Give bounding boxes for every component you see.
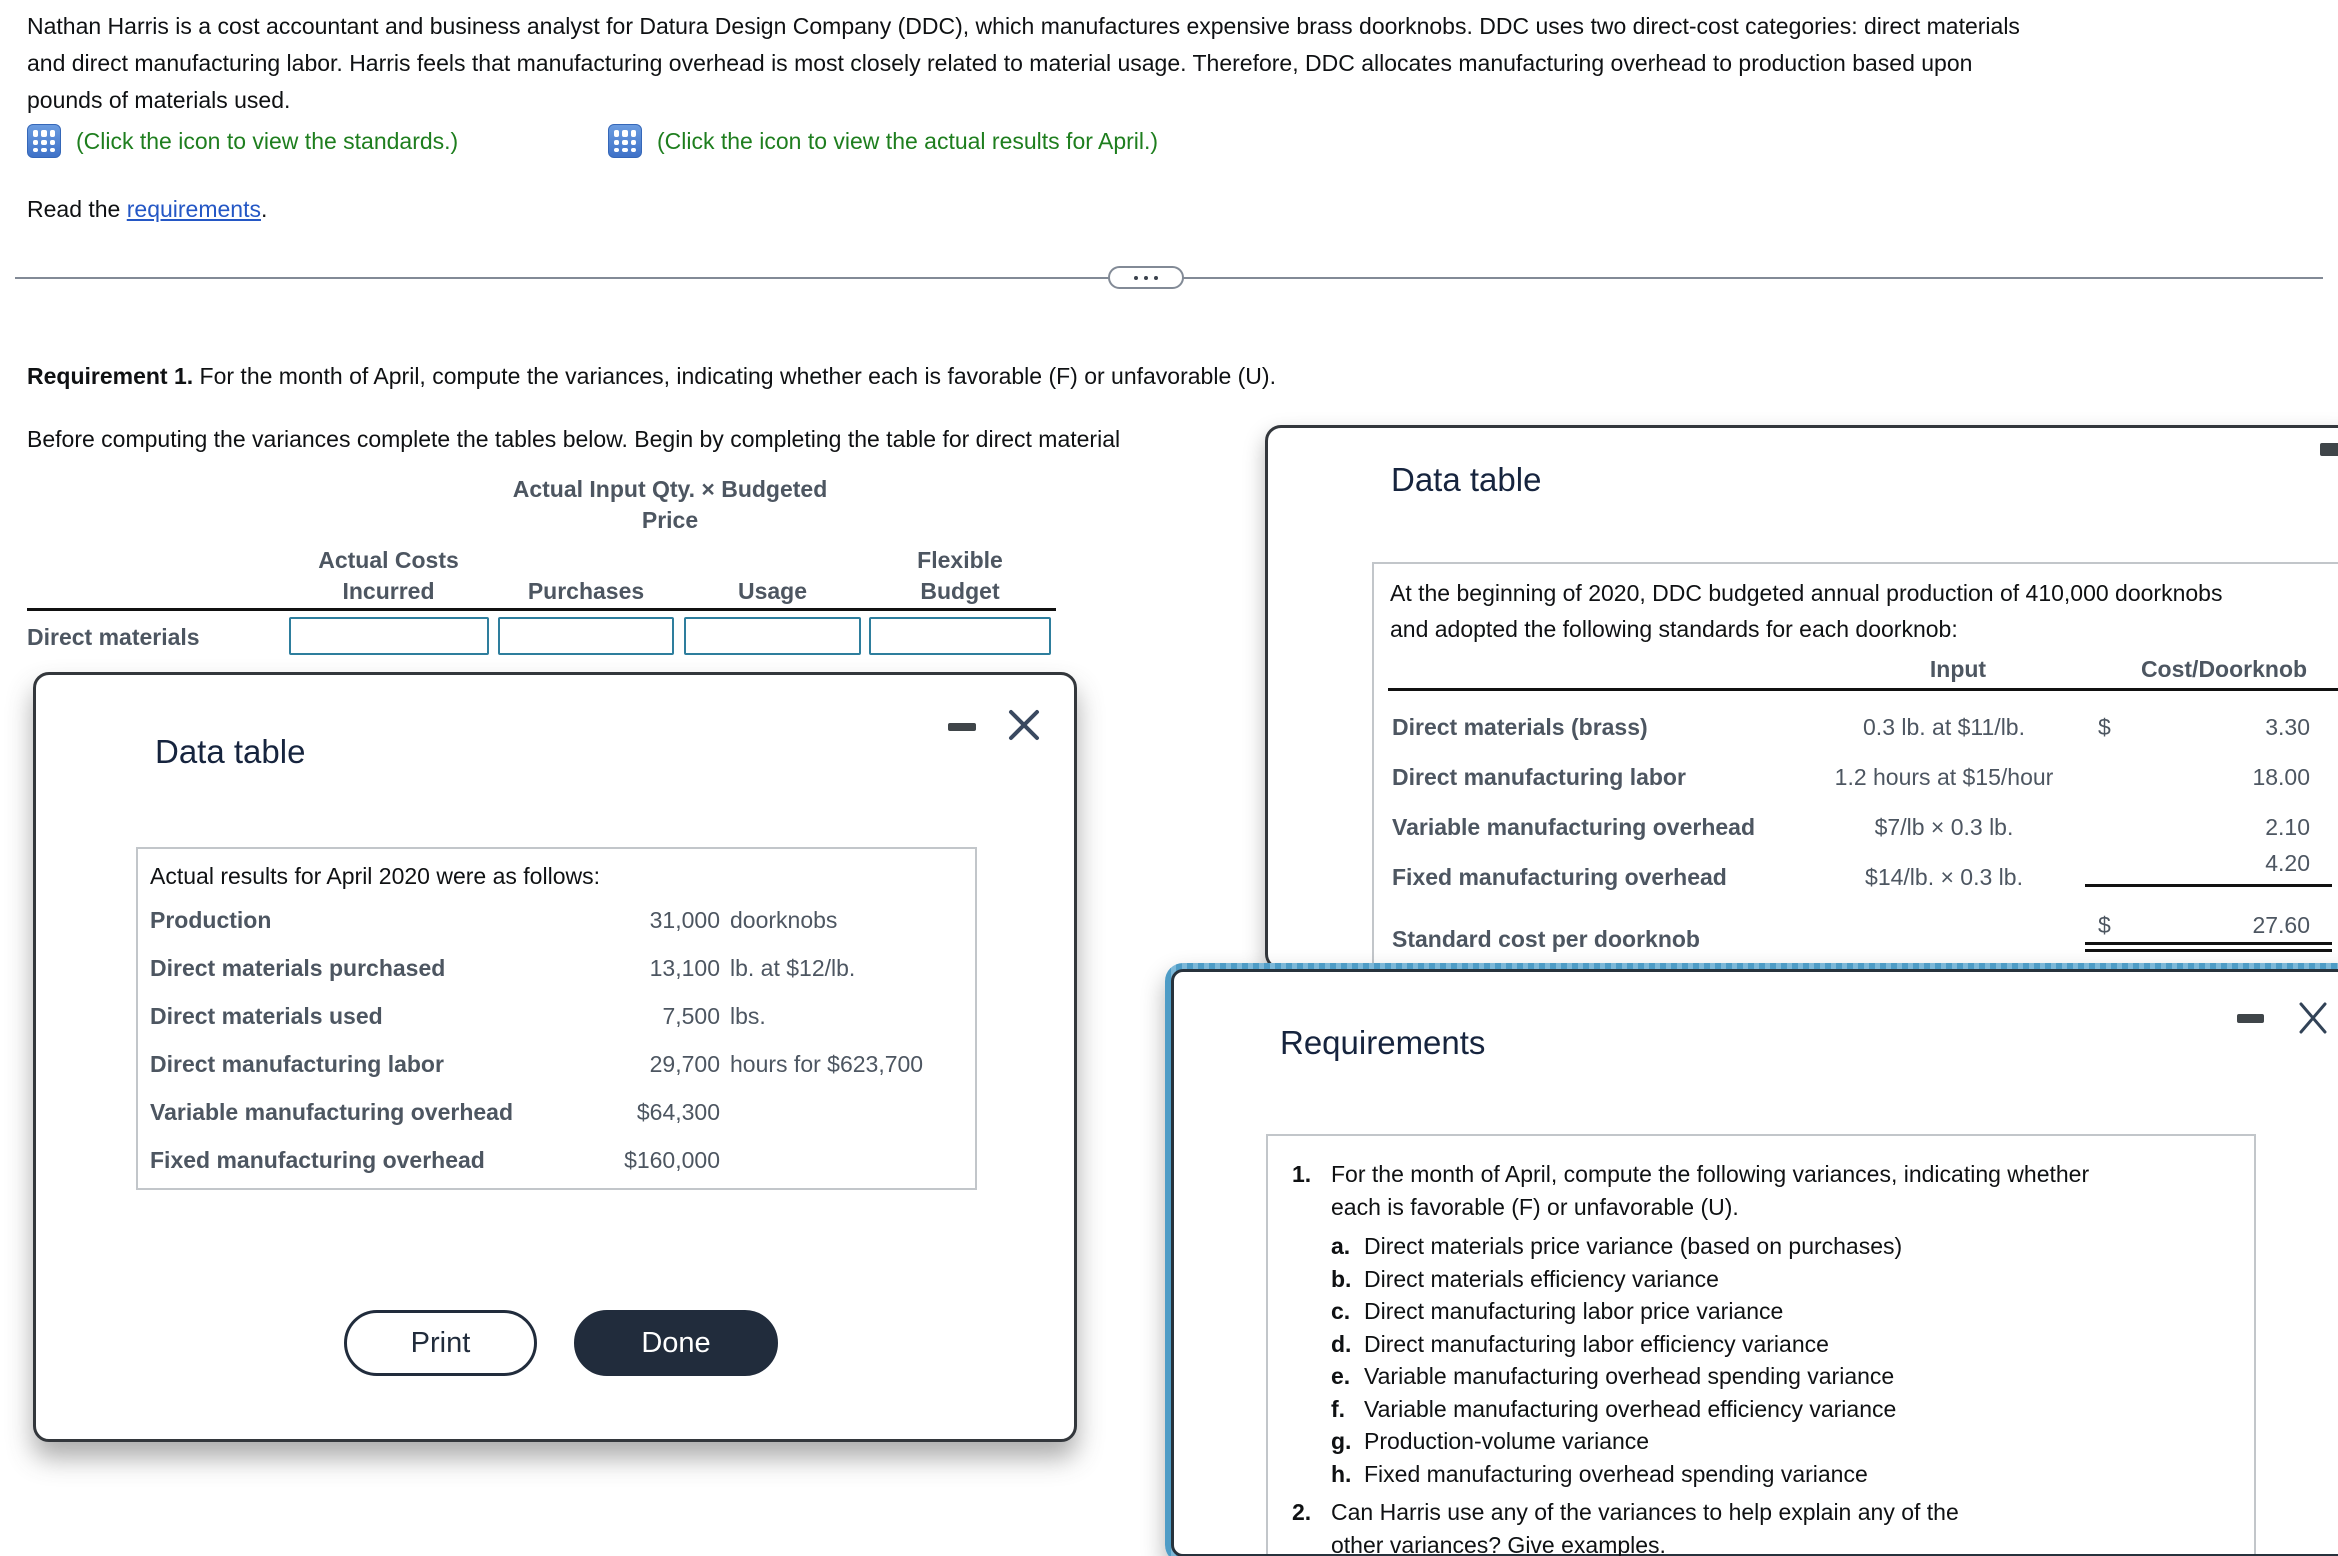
variance-table-rule xyxy=(27,608,1056,611)
view-actuals-label[interactable]: (Click the icon to view the actual resul… xyxy=(657,128,1158,155)
list-item: b. Direct materials efficiency variance xyxy=(1331,1265,1719,1292)
input-column-header: Input xyxy=(1929,656,1987,682)
requirement1-label: Requirement 1. xyxy=(27,363,194,389)
problem-line-2: and direct manufacturing labor. Harris f… xyxy=(27,50,1973,76)
read-requirements-line: Read the requirements. xyxy=(27,196,267,223)
view-actual-results-link[interactable]: (Click the icon to view the actual resul… xyxy=(608,124,1158,158)
list-item: c. Direct manufacturing labor price vari… xyxy=(1331,1298,1784,1324)
std-row-label: Fixed manufacturing overhead xyxy=(1392,864,1727,890)
requirement-item-1-line2: each is favorable (F) or unfavorable (U)… xyxy=(1331,1193,1739,1220)
variance-span-header: Actual Input Qty. × Budgeted Price xyxy=(512,476,828,533)
table-row: Fixed manufacturing overhead $160,000 xyxy=(150,1146,720,1173)
table-row: Variable manufacturing overhead $64,300 xyxy=(150,1098,720,1125)
std-row-amount: 4.20 xyxy=(2265,850,2310,876)
requirements-link[interactable]: requirements xyxy=(127,196,261,222)
problem-line-3: pounds of materials used. xyxy=(27,87,291,113)
std-row-label: Direct manufacturing labor xyxy=(1392,764,1686,790)
done-button[interactable]: Done xyxy=(574,1310,778,1376)
problem-line-1: Nathan Harris is a cost accountant and b… xyxy=(27,13,2020,39)
col-usage: Usage xyxy=(737,578,808,604)
read-prefix: Read the xyxy=(27,196,127,222)
std-total-amount: 27.60 xyxy=(2252,912,2310,938)
flexible-budget-input[interactable] xyxy=(869,617,1051,655)
list-item: g. Production-volume variance xyxy=(1331,1428,1650,1454)
standards-dialog: Data table At the beginning of 2020, DDC… xyxy=(1265,425,2338,1002)
list-item: h. Fixed manufacturing overhead spending… xyxy=(1331,1460,1868,1487)
usage-input[interactable] xyxy=(684,617,861,655)
close-icon[interactable] xyxy=(1005,706,1043,744)
actuals-rows: Production 31,000 doorknobs Direct mater… xyxy=(150,896,963,1184)
std-row-input: $7/lb × 0.3 lb. xyxy=(1874,814,2014,840)
std-row-input: $14/lb. × 0.3 lb. xyxy=(1865,864,2023,890)
requirements-inner-box: 1. For the month of April, compute the f… xyxy=(1266,1134,2256,1556)
page: Nathan Harris is a cost accountant and b… xyxy=(0,0,2338,1556)
col-purchases: Purchases xyxy=(527,578,645,604)
currency-symbol: $ xyxy=(2098,714,2111,740)
actuals-dialog-title: Data table xyxy=(155,733,306,770)
std-total-label: Standard cost per doorknob xyxy=(1392,926,1700,952)
standards-inner-box: At the beginning of 2020, DDC budgeted a… xyxy=(1372,562,2338,1002)
requirements-dialog-title: Requirements xyxy=(1280,1024,1486,1061)
list-item: e. Variable manufacturing overhead spend… xyxy=(1331,1363,1895,1389)
cost-column-header: Cost/Doorknob xyxy=(2140,656,2308,682)
close-icon[interactable] xyxy=(2296,999,2330,1037)
minimize-icon[interactable] xyxy=(948,723,976,731)
print-button[interactable]: Print xyxy=(344,1310,537,1376)
standards-intro-2: and adopted the following standards for … xyxy=(1390,616,1958,642)
col-actual-costs-incurred: Actual Costs Incurred xyxy=(318,547,459,604)
table-grid-icon[interactable] xyxy=(27,124,61,158)
actual-results-dialog: Data table Actual results for April 2020… xyxy=(33,672,1077,1442)
table-grid-icon[interactable] xyxy=(608,124,642,158)
collapse-handle-button[interactable] xyxy=(1108,266,1184,289)
instruction-line: Before computing the variances complete … xyxy=(27,426,1121,452)
requirement-item-2: 2. Can Harris use any of the variances t… xyxy=(1292,1499,1959,1525)
actuals-inner-box: Actual results for April 2020 were as fo… xyxy=(136,847,977,1190)
requirements-dialog: Requirements 1. For the month of April, … xyxy=(1165,963,2338,1556)
requirement1-text: For the month of April, compute the vari… xyxy=(193,363,1276,389)
std-row-input: 0.3 lb. at $11/lb. xyxy=(1863,714,2025,740)
std-row-label: Direct materials (brass) xyxy=(1392,714,1648,740)
direct-materials-row-label: Direct materials xyxy=(27,624,200,650)
standards-header-rule xyxy=(1388,688,2338,691)
currency-symbol: $ xyxy=(2098,912,2111,938)
view-standards-label[interactable]: (Click the icon to view the standards.) xyxy=(76,128,458,155)
table-row: Direct materials used 7,500 lbs. xyxy=(150,1002,766,1029)
std-row-amount: 3.30 xyxy=(2265,714,2310,740)
read-suffix: . xyxy=(260,196,268,222)
requirement-item-2-line2: other variances? Give examples. xyxy=(1331,1531,1666,1556)
view-standards-link[interactable]: (Click the icon to view the standards.) xyxy=(27,124,458,158)
list-item: f. Variable manufacturing overhead effic… xyxy=(1331,1395,1897,1422)
requirement1-line: Requirement 1. For the month of April, c… xyxy=(27,363,1276,390)
col-flexible-budget: Flexible Budget xyxy=(917,547,1003,604)
actual-costs-incurred-input[interactable] xyxy=(289,617,489,655)
std-row-input: 1.2 hours at $15/hour xyxy=(1834,764,2054,790)
list-item: d. Direct manufacturing labor efficiency… xyxy=(1331,1330,1829,1357)
minimize-icon[interactable] xyxy=(2320,443,2338,456)
requirement-subitems: a. Direct materials price variance (base… xyxy=(1292,1230,2234,1490)
requirement-item-1: 1. For the month of April, compute the f… xyxy=(1292,1161,2090,1187)
standards-intro-1: At the beginning of 2020, DDC budgeted a… xyxy=(1390,580,2223,606)
minimize-icon[interactable] xyxy=(2237,1014,2264,1023)
subtotal-rule xyxy=(2085,884,2332,887)
std-row-label: Variable manufacturing overhead xyxy=(1392,814,1756,840)
standards-dialog-title: Data table xyxy=(1391,461,1542,498)
total-double-rule xyxy=(2085,942,2332,952)
std-row-amount: 18.00 xyxy=(2252,764,2310,790)
purchases-input[interactable] xyxy=(498,617,674,655)
std-row-amount: 2.10 xyxy=(2265,814,2310,840)
actuals-intro: Actual results for April 2020 were as fo… xyxy=(150,863,600,889)
problem-statement: Nathan Harris is a cost accountant and b… xyxy=(27,8,2020,119)
table-row: Production 31,000 doorknobs xyxy=(150,906,838,933)
table-row: Direct materials purchased 13,100 lb. at… xyxy=(150,954,856,981)
list-item: a. Direct materials price variance (base… xyxy=(1331,1233,1903,1259)
table-row: Direct manufacturing labor 29,700 hours … xyxy=(150,1050,924,1077)
